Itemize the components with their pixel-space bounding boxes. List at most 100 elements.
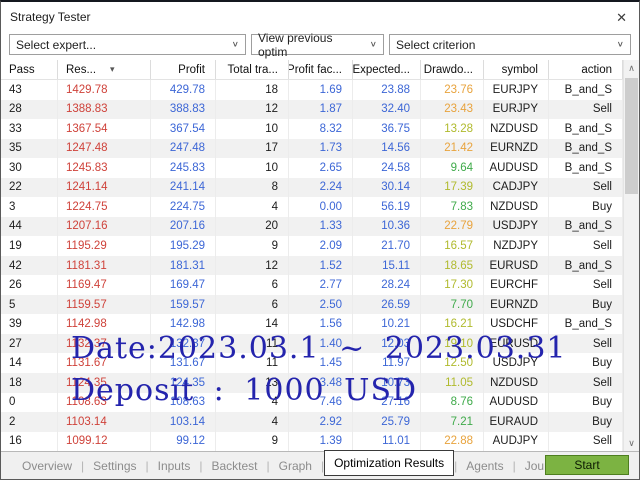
table-row[interactable]: 5 1159.57 159.57 6 2.50 26.59 7.70 EURNZD Buy — [1, 294, 623, 315]
cell-expected-payoff: 15.11 — [353, 255, 421, 276]
column-header-drawdown[interactable]: Drawdo... — [421, 60, 484, 79]
table-row[interactable]: 22 1241.14 241.14 8 2.24 30.14 17.39 CADJPY Sell — [1, 177, 623, 198]
scroll-up-icon[interactable]: ∧ — [624, 60, 639, 76]
scroll-down-icon[interactable]: ∨ — [624, 435, 639, 451]
cell-action: Sell — [549, 236, 623, 256]
table-row[interactable]: 28 1388.83 388.83 12 1.87 32.40 23.43 EURJPY Sel… — [1, 99, 623, 120]
column-header-profit[interactable]: Profit — [151, 60, 216, 79]
cell-symbol: NZDUSD — [484, 197, 549, 217]
tab-bar-tabs: Overview | Settings | Inputs | Backtest | Graph |… — [13, 449, 573, 479]
column-header-expected-payoff[interactable]: Expected... — [353, 60, 421, 79]
cell-profit: 195.29 — [151, 236, 216, 256]
cell-drawdown: 22.79 — [421, 216, 484, 237]
cell-action: B_and_S — [549, 119, 623, 139]
cell-action: Sell — [549, 431, 623, 452]
cell-drawdown: 23.43 — [421, 99, 484, 120]
tab-graph[interactable]: Graph — [270, 456, 321, 476]
table-row[interactable]: 0 1108.63 108.63 4 7.46 27.16 8.76 AUDUSD Buy — [1, 392, 623, 413]
table-row[interactable]: 43 1429.78 429.78 18 1.69 23.88 23.76 EURJPY B_a… — [1, 80, 623, 100]
cell-action: B_and_S — [549, 314, 623, 334]
vertical-scrollbar[interactable]: ∧ ∨ — [623, 60, 639, 451]
table-row[interactable]: 27 1132.37 132.37 11 1.40 12.03 19.10 EURUSD Sel… — [1, 333, 623, 354]
cell-result: 1247.48 — [58, 138, 151, 159]
cell-action: B_and_S — [549, 216, 623, 237]
column-header-profit-factor[interactable]: Profit fac... — [289, 60, 353, 79]
cell-action: Sell — [549, 372, 623, 393]
cell-total-trades: 10 — [216, 119, 289, 139]
cell-drawdown: 7.21 — [421, 412, 484, 432]
tab-overview[interactable]: Overview — [13, 456, 81, 476]
cell-pass: 30 — [1, 158, 58, 178]
cell-symbol: EURAUD — [484, 412, 549, 432]
table-row[interactable]: 3 1224.75 224.75 4 0.00 56.19 7.83 NZDUSD Buy — [1, 197, 623, 217]
expert-select[interactable]: Select expert... ∨ — [9, 34, 246, 55]
cell-profit: 159.57 — [151, 294, 216, 315]
cell-result: 1388.83 — [58, 99, 151, 120]
table-row[interactable]: 26 1169.47 169.47 6 2.77 28.24 17.30 EURCHF Sell — [1, 275, 623, 295]
cell-pass: 43 — [1, 80, 58, 100]
column-header-action[interactable]: action — [549, 60, 623, 79]
cell-profit-factor: 1.39 — [289, 431, 353, 452]
cell-result: 1131.67 — [58, 353, 151, 373]
cell-symbol: NZDUSD — [484, 372, 549, 393]
cell-profit-factor: 1.87 — [289, 99, 353, 120]
tab-settings[interactable]: Settings — [84, 456, 145, 476]
criterion-select[interactable]: Select criterion ∨ — [389, 34, 631, 55]
column-header-total-trades[interactable]: Total tra... — [216, 60, 289, 79]
cell-action: Sell — [549, 99, 623, 120]
cell-pass: 2 — [1, 412, 58, 432]
cell-symbol: EURNZD — [484, 294, 549, 315]
cell-result: 1108.63 — [58, 392, 151, 413]
cell-drawdown: 17.39 — [421, 177, 484, 198]
cell-profit-factor: 7.46 — [289, 392, 353, 413]
cell-drawdown: 11.05 — [421, 372, 484, 393]
table-row[interactable]: 42 1181.31 181.31 12 1.52 15.11 18.65 EURUSD B_a… — [1, 255, 623, 276]
table-row[interactable]: 2 1103.14 103.14 4 2.92 25.79 7.21 EURAUD Buy — [1, 412, 623, 432]
cell-profit-factor: 8.32 — [289, 119, 353, 139]
table-row[interactable]: 44 1207.16 207.16 20 1.33 10.36 22.79 USDJPY B_a… — [1, 216, 623, 237]
column-header-label: Pass — [9, 63, 35, 76]
cell-result: 1195.29 — [58, 236, 151, 256]
cell-result: 1245.83 — [58, 158, 151, 178]
cell-drawdown: 7.70 — [421, 294, 484, 315]
table-row[interactable]: 30 1245.83 245.83 10 2.65 24.58 9.64 AUDUSD B_an… — [1, 158, 623, 178]
table-row[interactable]: 14 1131.67 131.67 11 1.45 11.97 12.50 USDJPY Buy — [1, 353, 623, 373]
column-header-result[interactable]: Res... ▾ — [58, 60, 151, 79]
chevron-down-icon: ∨ — [369, 40, 377, 49]
cell-profit: 103.14 — [151, 412, 216, 432]
previous-optimization-select[interactable]: View previous optim ∨ — [251, 31, 384, 59]
table-row[interactable]: 39 1142.98 142.98 14 1.56 10.21 16.21 USDCHF B_a… — [1, 314, 623, 334]
table-row[interactable]: 33 1367.54 367.54 10 8.32 36.75 13.28 NZDUSD B_a… — [1, 119, 623, 139]
close-icon[interactable]: ✕ — [616, 11, 627, 24]
column-header-pass[interactable]: Pass — [1, 60, 58, 79]
table-row[interactable]: 19 1195.29 195.29 9 2.09 21.70 16.57 NZDJPY Sell — [1, 236, 623, 256]
table-row[interactable]: 18 1124.35 124.35 13 3.48 10.73 11.05 NZDUSD Sel… — [1, 372, 623, 393]
tab-optimization-results[interactable]: Optimization Results — [324, 449, 455, 476]
cell-action: Buy — [549, 353, 623, 373]
tab-backtest[interactable]: Backtest — [202, 456, 266, 476]
table-row[interactable]: 16 1099.12 99.12 9 1.39 11.01 22.88 AUDJPY Sell — [1, 431, 623, 452]
cell-pass: 16 — [1, 431, 58, 452]
cell-drawdown: 8.76 — [421, 392, 484, 413]
cell-profit: 241.14 — [151, 177, 216, 198]
cell-symbol: USDCHF — [484, 314, 549, 334]
table-row[interactable]: 35 1247.48 247.48 17 1.73 14.56 21.42 EURNZD B_a… — [1, 138, 623, 159]
cell-profit-factor: 2.24 — [289, 177, 353, 198]
cell-symbol: AUDJPY — [484, 431, 549, 452]
table-body: 43 1429.78 429.78 18 1.69 23.88 23.76 EURJPY B_a… — [1, 80, 623, 452]
column-header-symbol[interactable]: symbol — [484, 60, 549, 79]
cell-total-trades: 9 — [216, 431, 289, 452]
cell-drawdown: 9.64 — [421, 158, 484, 178]
tab-agents[interactable]: Agents — [457, 456, 512, 476]
table-header: Pass Res... ▾ Profit Total tra... Profit fac.… — [1, 60, 623, 80]
scrollbar-thumb[interactable] — [625, 78, 638, 194]
column-header-label: Drawdo... — [423, 63, 473, 76]
cell-profit: 132.37 — [151, 333, 216, 354]
start-button[interactable]: Start — [545, 455, 629, 475]
cell-drawdown: 21.42 — [421, 138, 484, 159]
cell-expected-payoff: 27.16 — [353, 392, 421, 413]
cell-pass: 26 — [1, 275, 58, 295]
cell-profit-factor: 3.48 — [289, 372, 353, 393]
tab-bar: Overview | Settings | Inputs | Backtest | Graph |… — [1, 449, 639, 479]
tab-inputs[interactable]: Inputs — [149, 456, 200, 476]
